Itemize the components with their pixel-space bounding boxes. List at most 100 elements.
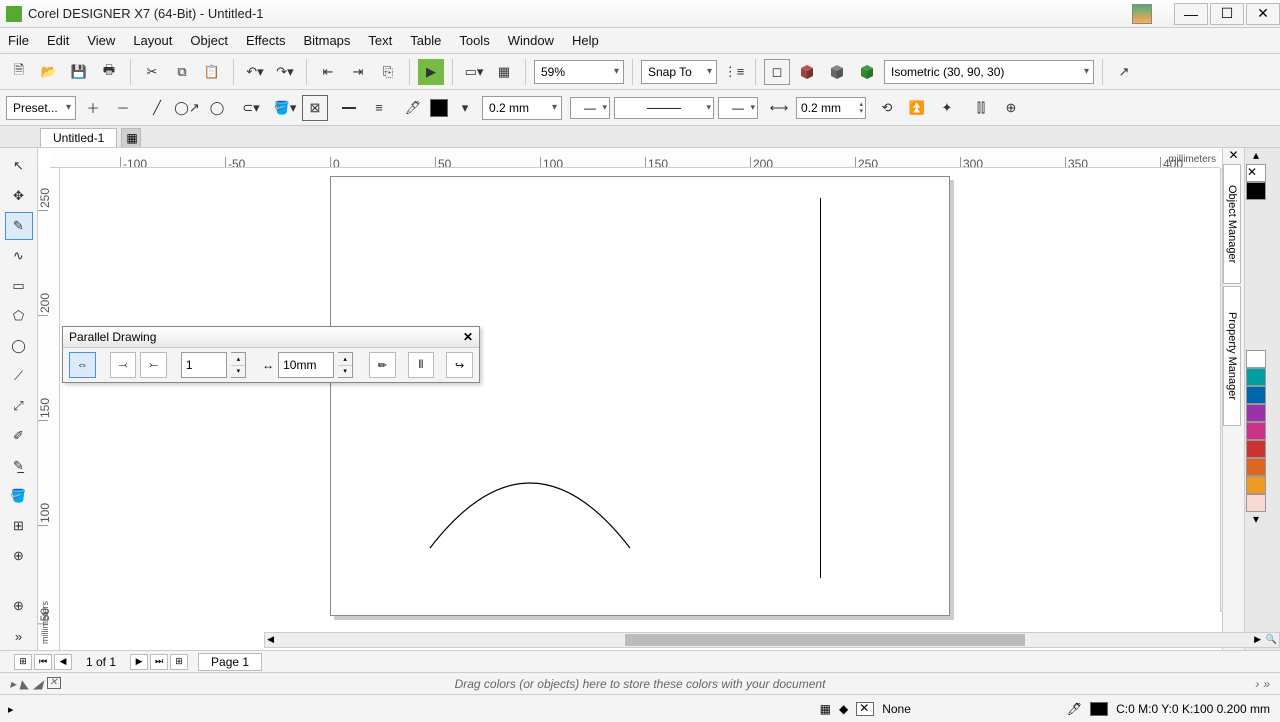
zoom-fit-button[interactable]: 🔍 <box>1266 634 1277 645</box>
outline-width-spin[interactable]: 0.2 mm <box>796 97 866 119</box>
close-button[interactable]: ✕ <box>1246 3 1280 25</box>
page-tab[interactable]: Page 1 <box>198 653 262 671</box>
palette-swatch[interactable] <box>1246 476 1266 494</box>
menu-effects[interactable]: Effects <box>246 33 286 48</box>
tray-right-button[interactable]: › <box>1255 677 1259 691</box>
horizontal-scrollbar[interactable]: ◀ ▶ 🔍 <box>264 632 1280 648</box>
palette-swatch[interactable] <box>1246 422 1266 440</box>
tray-none-icon[interactable]: ✕ <box>47 677 61 689</box>
undo-button[interactable]: ↶▾ <box>242 59 268 85</box>
publish-button[interactable]: ⎘ <box>375 59 401 85</box>
ellipse-tool[interactable]: ◯ <box>5 332 33 360</box>
menu-view[interactable]: View <box>87 33 115 48</box>
dimension-tool[interactable]: ⤢ <box>5 392 33 420</box>
copy-button[interactable]: ⧉ <box>169 59 195 85</box>
docker-titlebar[interactable]: Parallel Drawing ✕ <box>63 327 479 348</box>
canvas[interactable] <box>60 168 1220 650</box>
connector-tool[interactable]: ⟋ <box>5 362 33 390</box>
fill-bucket-button[interactable]: 🪣▾ <box>272 95 298 121</box>
parallel-guides-button[interactable]: ⦀ <box>408 352 435 378</box>
save-button[interactable]: 💾 <box>66 59 92 85</box>
dock-tab-object-manager[interactable]: Object Manager <box>1223 164 1241 284</box>
tray-expand-button[interactable]: » <box>1263 677 1270 691</box>
line-style-3-button[interactable]: ◯ <box>204 95 230 121</box>
menu-file[interactable]: File <box>8 33 29 48</box>
plane-right-button[interactable] <box>824 59 850 85</box>
palette-swatch[interactable] <box>1246 182 1266 200</box>
palette-swatch[interactable] <box>1246 494 1266 512</box>
snap-combo[interactable]: Snap To <box>641 60 717 84</box>
transform-1-button[interactable]: ⟲ <box>874 95 900 121</box>
dock-tab-property-manager[interactable]: Property Manager <box>1223 286 1241 426</box>
page-first-button[interactable]: ⏮ <box>34 654 52 670</box>
maximize-button[interactable]: ☐ <box>1210 3 1244 25</box>
scrollbar-thumb[interactable] <box>625 634 1025 646</box>
launch-button[interactable]: ▶ <box>418 59 444 85</box>
pick-tool[interactable]: ↖ <box>5 152 33 180</box>
menu-edit[interactable]: Edit <box>47 33 69 48</box>
open-button[interactable]: 📂 <box>36 59 62 85</box>
parallel-lines-spinner[interactable]: ▴▾ <box>231 352 246 378</box>
menu-text[interactable]: Text <box>368 33 392 48</box>
outline-color-swatch[interactable] <box>430 99 448 117</box>
rectangle-tool[interactable]: ▭ <box>5 272 33 300</box>
plane-iso-button[interactable] <box>854 59 880 85</box>
start-arrow-combo[interactable]: — <box>570 97 610 119</box>
freehand-tool[interactable]: ✎ <box>5 212 33 240</box>
curve-tool[interactable]: ∿ <box>5 242 33 270</box>
parallel-distance-input[interactable]: 10mm <box>278 352 334 378</box>
pen-icon[interactable]: 🖊 <box>400 95 426 121</box>
parallel-both-button[interactable]: ⇔ <box>69 352 96 378</box>
page-last-button[interactable]: ⏭ <box>150 654 168 670</box>
expand-toolbox-button[interactable]: ⊕ <box>5 592 33 620</box>
callout-tool[interactable]: ✐ <box>5 422 33 450</box>
drawn-arc[interactable] <box>430 478 630 618</box>
menu-help[interactable]: Help <box>572 33 599 48</box>
align-button[interactable]: ⫿⫿ <box>968 95 994 121</box>
document-color-tray[interactable]: ▸ ◣ ◢ ✕ Drag colors (or objects) here to… <box>0 672 1280 694</box>
tray-fill-icon[interactable]: ◣ <box>20 677 29 691</box>
palette-up-button[interactable]: ▴ <box>1245 148 1267 164</box>
parallel-left-button[interactable]: ⤙ <box>110 352 137 378</box>
import-button[interactable]: ⇤ <box>315 59 341 85</box>
plane-front-button[interactable] <box>794 59 820 85</box>
no-fill-button[interactable]: ⊠ <box>302 95 328 121</box>
menu-window[interactable]: Window <box>508 33 554 48</box>
palette-swatch[interactable] <box>1246 386 1266 404</box>
palette-swatch[interactable] <box>1246 368 1266 386</box>
transform-3-button[interactable]: ✦ <box>934 95 960 121</box>
palette-swatch[interactable] <box>1246 458 1266 476</box>
cut-button[interactable]: ✂ <box>139 59 165 85</box>
menu-layout[interactable]: Layout <box>133 33 172 48</box>
dimension-icon[interactable]: ⟷ <box>766 95 792 121</box>
end-arrow-combo[interactable]: — <box>718 97 758 119</box>
menu-object[interactable]: Object <box>190 33 228 48</box>
docker-close-button[interactable]: ✕ <box>463 330 473 344</box>
preset-add-button[interactable]: ＋ <box>80 95 106 121</box>
outline-color-swatch[interactable] <box>1090 702 1108 716</box>
snap-options-button[interactable]: ⋮≡ <box>721 59 747 85</box>
plane-top-button[interactable]: ◻ <box>764 59 790 85</box>
palette-none-swatch[interactable]: ✕ <box>1246 164 1266 182</box>
minimize-button[interactable]: — <box>1174 3 1208 25</box>
document-tab[interactable]: Untitled-1 <box>40 128 117 147</box>
line-style-2-button[interactable]: ◯↗ <box>174 95 200 121</box>
zoom-combo[interactable]: 59% <box>534 60 624 84</box>
transform-2-button[interactable]: ⏫ <box>904 95 930 121</box>
new-node-button[interactable]: ⊕ <box>998 95 1024 121</box>
outline-width-combo[interactable]: 0.2 mm <box>482 96 562 120</box>
scroll-left-button[interactable]: ◀ <box>267 634 274 645</box>
parallel-edit-button[interactable]: ✏ <box>369 352 396 378</box>
palette-swatch[interactable] <box>1246 440 1266 458</box>
page-add-before-button[interactable]: ⊞ <box>14 654 32 670</box>
options-gear-button[interactable]: ↗ <box>1111 59 1137 85</box>
parallel-right-button[interactable]: ⤚ <box>140 352 167 378</box>
dock-close-button[interactable]: ✕ <box>1223 148 1244 162</box>
projection-combo[interactable]: Isometric (30, 90, 30) <box>884 60 1094 84</box>
tray-arrow-icon[interactable]: ▸ <box>10 677 16 691</box>
page-add-after-button[interactable]: ⊞ <box>170 654 188 670</box>
parallel-lines-input[interactable]: 1 <box>181 352 227 378</box>
zoom-tool[interactable]: ⊕ <box>5 542 33 570</box>
page-next-button[interactable]: ▶ <box>130 654 148 670</box>
close-curve-button[interactable]: ⊂▾ <box>238 95 264 121</box>
